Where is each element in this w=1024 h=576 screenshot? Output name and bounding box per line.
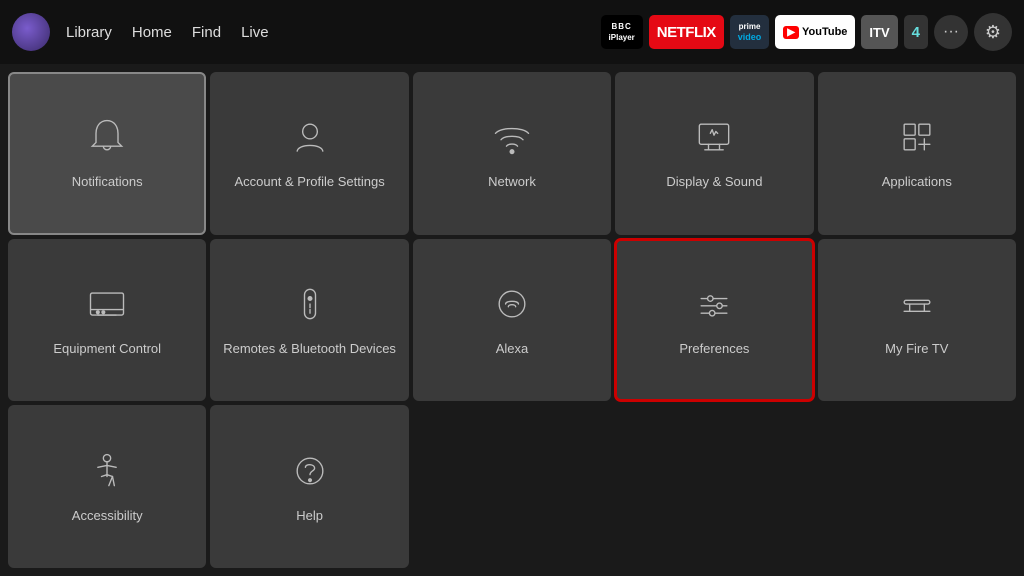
- tile-accessibility[interactable]: Accessibility: [8, 405, 206, 568]
- youtube-badge[interactable]: ▶ YouTube: [775, 15, 855, 49]
- tile-preferences-label: Preferences: [679, 341, 749, 358]
- apps-icon: [895, 115, 939, 164]
- tile-network[interactable]: Network: [413, 72, 611, 235]
- netflix-badge[interactable]: NETFLIX: [649, 15, 724, 49]
- nav-find[interactable]: Find: [192, 24, 221, 41]
- tile-equipment-label: Equipment Control: [53, 341, 161, 358]
- display-icon: [692, 115, 736, 164]
- tile-applications-label: Applications: [882, 174, 952, 191]
- tile-account-label: Account & Profile Settings: [234, 174, 384, 191]
- tile-network-label: Network: [488, 174, 536, 191]
- tile-help-label: Help: [296, 508, 323, 525]
- nav-apps: BBC iPlayer NETFLIX prime video ▶ YouTub…: [601, 13, 1012, 51]
- nav-library[interactable]: Library: [66, 24, 112, 41]
- tile-accessibility-label: Accessibility: [72, 508, 143, 525]
- settings-button[interactable]: ⚙: [974, 13, 1012, 51]
- remote-icon: [288, 282, 332, 331]
- tile-alexa[interactable]: Alexa: [413, 239, 611, 402]
- nav-home[interactable]: Home: [132, 24, 172, 41]
- nav-live[interactable]: Live: [241, 24, 269, 41]
- help-icon: [288, 449, 332, 498]
- tile-display-label: Display & Sound: [666, 174, 762, 191]
- tile-applications[interactable]: Applications: [818, 72, 1016, 235]
- tile-remotes-bluetooth[interactable]: Remotes & Bluetooth Devices: [210, 239, 408, 402]
- channel4-badge[interactable]: 4: [904, 15, 928, 49]
- bell-icon: [85, 115, 129, 164]
- tile-alexa-label: Alexa: [496, 341, 529, 358]
- alexa-icon: [490, 282, 534, 331]
- tile-preferences[interactable]: Preferences: [615, 239, 813, 402]
- tile-notifications-label: Notifications: [72, 174, 143, 191]
- firetv-icon: [895, 282, 939, 331]
- bbc-iplayer-badge[interactable]: BBC iPlayer: [601, 15, 643, 49]
- tile-help[interactable]: Help: [210, 405, 408, 568]
- person-icon: [288, 115, 332, 164]
- top-nav: Library Home Find Live BBC iPlayer NETFL…: [0, 0, 1024, 64]
- wifi-icon: [490, 115, 534, 164]
- tile-my-fire-tv-label: My Fire TV: [885, 341, 948, 358]
- tile-notifications[interactable]: Notifications: [8, 72, 206, 235]
- itv-badge[interactable]: ITV: [861, 15, 897, 49]
- more-button[interactable]: ···: [934, 15, 968, 49]
- tv-icon: [85, 282, 129, 331]
- accessibility-icon: [85, 449, 129, 498]
- nav-links: Library Home Find Live: [66, 24, 269, 41]
- sliders-icon: [692, 282, 736, 331]
- tile-equipment-control[interactable]: Equipment Control: [8, 239, 206, 402]
- tile-display-sound[interactable]: Display & Sound: [615, 72, 813, 235]
- tile-my-fire-tv[interactable]: My Fire TV: [818, 239, 1016, 402]
- tile-remotes-label: Remotes & Bluetooth Devices: [223, 341, 396, 358]
- tile-account-profile[interactable]: Account & Profile Settings: [210, 72, 408, 235]
- settings-grid: Notifications Account & Profile Settings…: [0, 64, 1024, 576]
- avatar[interactable]: [12, 13, 50, 51]
- prime-video-badge[interactable]: prime video: [730, 15, 770, 49]
